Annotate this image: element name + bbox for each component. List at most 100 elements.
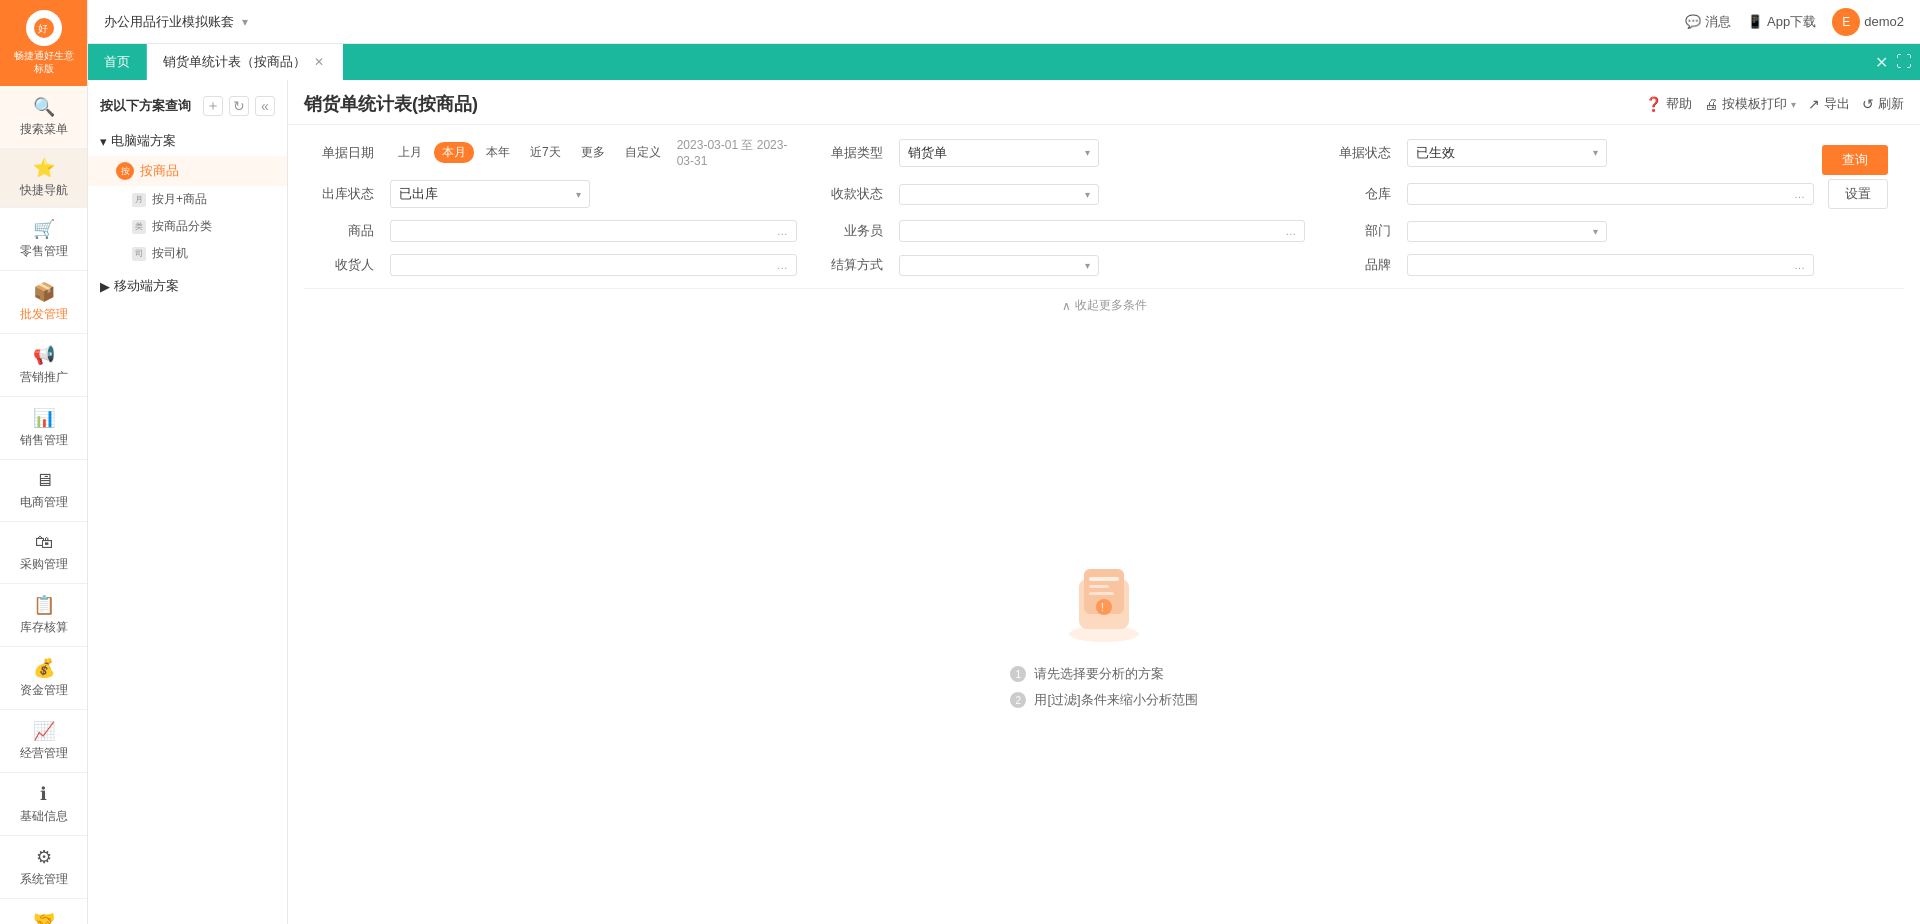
- tab-close-button[interactable]: ✕: [1875, 53, 1888, 72]
- print-label: 按模板打印: [1722, 95, 1787, 113]
- tree-parent-mobile[interactable]: ▶ 移动端方案: [88, 271, 287, 301]
- warehouse-control: …: [1407, 183, 1814, 205]
- receiver-input[interactable]: …: [390, 254, 797, 276]
- date-tab-this-year[interactable]: 本年: [478, 142, 518, 163]
- tree-child-by-goods[interactable]: 按 按商品: [88, 156, 287, 186]
- topbar-right: 💬 消息 📱 App下载 E demo2: [1685, 8, 1904, 36]
- collect-status-select[interactable]: ▾: [899, 184, 1099, 205]
- staff-input[interactable]: …: [899, 220, 1306, 242]
- tree-sub-child-month-goods[interactable]: 月 按月+商品: [88, 186, 287, 213]
- out-status-select[interactable]: 已出库 ▾: [390, 180, 590, 208]
- goods-dots-button[interactable]: …: [777, 225, 788, 237]
- tree-parent-label: 电脑端方案: [111, 132, 176, 150]
- date-tab-this-month[interactable]: 本月: [434, 142, 474, 163]
- collapse-label: 收起更多条件: [1075, 297, 1147, 314]
- doc-status-caret-icon: ▾: [1593, 147, 1598, 158]
- export-button[interactable]: ↗ 导出: [1808, 95, 1850, 113]
- refresh-button[interactable]: ↺ 刷新: [1862, 95, 1904, 113]
- settings-button[interactable]: 设置: [1828, 179, 1888, 209]
- system-icon: ⚙: [36, 846, 52, 868]
- date-tab-7days[interactable]: 近7天: [522, 142, 569, 163]
- tab-restore-button[interactable]: ⛶: [1896, 53, 1912, 71]
- print-dropdown-icon[interactable]: ▾: [1791, 99, 1796, 110]
- tab-sales-stats[interactable]: 销货单统计表（按商品） ✕: [147, 44, 343, 80]
- sidebar-item-collab[interactable]: 🤝 企业协同: [0, 899, 87, 924]
- doc-status-select[interactable]: 已生效 ▾: [1407, 139, 1607, 167]
- brand-dots-button[interactable]: …: [1794, 259, 1805, 271]
- sidebar-item-purchase[interactable]: 🛍 采购管理: [0, 522, 87, 584]
- print-button[interactable]: 🖨 按模板打印 ▾: [1704, 95, 1796, 113]
- sidebar-item-inventory[interactable]: 📋 库存核算: [0, 584, 87, 647]
- user-menu[interactable]: E demo2: [1832, 8, 1904, 36]
- dept-select[interactable]: ▾: [1407, 221, 1607, 242]
- tip-text-1: 请先选择要分析的方案: [1034, 665, 1164, 683]
- empty-tips: 1 请先选择要分析的方案 2 用[过滤]条件来缩小分析范围: [1010, 665, 1197, 709]
- collapse-panel-button[interactable]: «: [255, 96, 275, 116]
- sidebar-label-search: 搜索菜单: [20, 121, 68, 138]
- receiver-dots-button[interactable]: …: [777, 259, 788, 271]
- avatar: E: [1832, 8, 1860, 36]
- print-icon: 🖨: [1704, 96, 1718, 112]
- payment-control: ▾: [899, 255, 1306, 276]
- refresh-scheme-button[interactable]: ↻: [229, 96, 249, 116]
- payment-select[interactable]: ▾: [899, 255, 1099, 276]
- sidebar-item-operations[interactable]: 📈 经营管理: [0, 710, 87, 773]
- tab-sales-stats-label: 销货单统计表（按商品）: [163, 53, 306, 71]
- message-icon: 💬: [1685, 14, 1701, 29]
- doc-type-select[interactable]: 销货单 ▾: [899, 139, 1099, 167]
- date-tab-last-month[interactable]: 上月: [390, 142, 430, 163]
- sidebar-label-sales: 销售管理: [20, 432, 68, 449]
- goods-input[interactable]: …: [390, 220, 797, 242]
- sidebar-label-operations: 经营管理: [20, 745, 68, 762]
- tab-home[interactable]: 首页: [88, 44, 147, 80]
- add-scheme-button[interactable]: ＋: [203, 96, 223, 116]
- sidebar-item-quick-nav[interactable]: ⭐ 快捷导航: [0, 149, 87, 208]
- receiver-label: 收货人: [304, 256, 374, 274]
- query-button[interactable]: 查询: [1822, 145, 1888, 175]
- sidebar-item-basic[interactable]: ℹ 基础信息: [0, 773, 87, 836]
- left-panel-title: 按以下方案查询: [100, 97, 191, 115]
- username: demo2: [1864, 14, 1904, 29]
- sidebar-item-system[interactable]: ⚙ 系统管理: [0, 836, 87, 899]
- sidebar-item-ecommerce[interactable]: 🖥 电商管理: [0, 460, 87, 522]
- topbar: 办公用品行业模拟账套 ▾ 💬 消息 📱 App下载 E demo2: [88, 0, 1920, 44]
- basic-icon: ℹ: [40, 783, 47, 805]
- search-icon: 🔍: [33, 96, 55, 118]
- filter-row-3: 商品 … 业务员 …: [304, 220, 1814, 242]
- tab-home-label: 首页: [104, 53, 130, 71]
- tree-sub-child-category[interactable]: 类 按商品分类: [88, 213, 287, 240]
- brand-input[interactable]: …: [1407, 254, 1814, 276]
- refresh-icon: ↺: [1862, 96, 1874, 112]
- tab-close-icon[interactable]: ✕: [312, 53, 326, 71]
- sidebar-item-finance[interactable]: 💰 资金管理: [0, 647, 87, 710]
- sidebar-item-sales[interactable]: 📊 销售管理: [0, 397, 87, 460]
- message-label: 消息: [1705, 13, 1731, 31]
- tree-parent-desktop[interactable]: ▾ 电脑端方案: [88, 126, 287, 156]
- sidebar-label-system: 系统管理: [20, 871, 68, 888]
- tree-sub-child-driver[interactable]: 司 按司机: [88, 240, 287, 267]
- sidebar-item-retail[interactable]: 🛒 零售管理: [0, 208, 87, 271]
- staff-dots-button[interactable]: …: [1285, 225, 1296, 237]
- message-button[interactable]: 💬 消息: [1685, 13, 1731, 31]
- logo-icon: 好: [26, 10, 62, 46]
- doc-type-control: 销货单 ▾: [899, 139, 1306, 167]
- sidebar-item-marketing[interactable]: 📢 营销推广: [0, 334, 87, 397]
- svg-rect-7: [1089, 592, 1114, 595]
- sidebar-item-search[interactable]: 🔍 搜索菜单: [0, 86, 87, 149]
- warehouse-dots-button[interactable]: …: [1794, 188, 1805, 200]
- help-button[interactable]: ❓ 帮助: [1645, 95, 1692, 113]
- collapse-bar[interactable]: ∧ 收起更多条件: [304, 288, 1904, 322]
- warehouse-input[interactable]: …: [1407, 183, 1814, 205]
- svg-text:好: 好: [38, 23, 48, 34]
- payment-caret-icon: ▾: [1085, 260, 1090, 271]
- date-tab-more[interactable]: 更多: [573, 142, 613, 163]
- sidebar-item-wholesale[interactable]: 📦 批发管理: [0, 271, 87, 334]
- purchase-icon: 🛍: [35, 532, 53, 553]
- export-icon: ↗: [1808, 96, 1820, 112]
- topbar-dropdown-icon[interactable]: ▾: [242, 15, 248, 29]
- date-tab-custom[interactable]: 自定义: [617, 142, 669, 163]
- staff-control: …: [899, 220, 1306, 242]
- app-logo[interactable]: 好 畅捷通好生意 标版: [0, 0, 88, 86]
- sidebar-label-finance: 资金管理: [20, 682, 68, 699]
- app-download-button[interactable]: 📱 App下载: [1747, 13, 1816, 31]
